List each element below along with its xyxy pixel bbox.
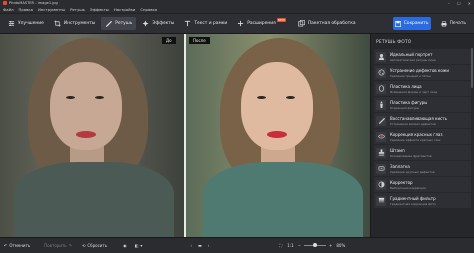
retouch-item-figure-plastic[interactable]: Пластика фигуры Коррекция фигуры <box>374 97 471 112</box>
compare-toggle-button[interactable]: ◉ <box>123 243 127 248</box>
save-button[interactable]: Сохранить <box>392 17 431 30</box>
retouch-item-face-plastic[interactable]: Пластика лица Изменение формы и черт лица <box>374 81 471 96</box>
maximize-icon[interactable]: ☐ <box>457 1 461 6</box>
healing-brush-icon <box>376 115 386 126</box>
redo-icon: ↷ <box>68 243 72 248</box>
retouch-item-stamp[interactable]: Штамп Клонирование фрагментов <box>374 145 471 160</box>
retouch-item-gradient-filter[interactable]: Градиентный фильтр Градиентная коррекция … <box>374 193 471 208</box>
split-view-icon: ◧ <box>134 243 139 248</box>
redo-button[interactable]: Повторить ↷ <box>44 243 72 248</box>
window-controls: – ☐ ✕ <box>448 1 471 6</box>
tool-text-frames[interactable]: Текст и рамки <box>180 17 231 30</box>
photo-before <box>0 34 185 237</box>
compare-divider[interactable] <box>184 34 186 237</box>
menu-tools[interactable]: Инструменты <box>38 7 65 12</box>
menu-settings[interactable]: Настройки <box>114 7 135 12</box>
portrait-icon <box>376 51 386 62</box>
tool-retouch[interactable]: Ретушь <box>101 17 137 30</box>
tool-enhance[interactable]: Улучшение <box>4 17 48 30</box>
retouch-item-patch[interactable]: Заплатка Удаление крупных дефектов <box>374 161 471 176</box>
eye-toggle-icon: ◉ <box>123 243 127 248</box>
tool-extensions[interactable]: Расширения NEW <box>233 17 292 30</box>
skin-icon <box>376 67 386 78</box>
tool-effects[interactable]: Эффекты <box>138 17 178 30</box>
close-icon[interactable]: ✕ <box>468 1 471 6</box>
menu-effects[interactable]: Эффекты <box>90 7 109 12</box>
retouch-item-perfect-portrait[interactable]: Идеальный портрет Автоматическая ретушь л… <box>374 49 471 64</box>
undo-button[interactable]: ↶ Отменить <box>4 243 30 248</box>
retouch-item-red-eye[interactable]: Коррекция красных глаз Удаление эффекта к… <box>374 129 471 144</box>
stamp-icon <box>376 147 386 158</box>
plus-zoom-icon: + <box>329 243 333 248</box>
fit-screen-button[interactable]: ⛶ <box>279 243 282 248</box>
face-plastic-icon <box>376 83 386 94</box>
menu-bar: Файл Правка Инструменты Ретушь Эффекты Н… <box>0 6 474 14</box>
zoom-slider-knob[interactable] <box>313 243 317 247</box>
brush-icon <box>106 20 113 27</box>
gradient-icon <box>376 195 386 206</box>
before-tag: До <box>162 37 176 44</box>
reset-icon: ⟲ <box>82 243 86 248</box>
photo-canvas[interactable]: До После <box>0 34 370 237</box>
print-button[interactable]: Печать <box>437 17 470 30</box>
text-icon <box>185 20 191 27</box>
zoom-out-button[interactable]: − <box>298 243 301 248</box>
sparkle-icon <box>142 20 149 27</box>
folder-icon: ▬ <box>198 243 202 248</box>
fit-screen-icon: ⛶ <box>279 243 283 248</box>
menu-edit[interactable]: Правка <box>19 7 33 12</box>
prev-image-button[interactable]: ‹ <box>190 243 192 248</box>
menu-file[interactable]: Файл <box>3 7 14 12</box>
panel-scrollbar[interactable] <box>471 48 473 88</box>
photo-after <box>185 34 370 237</box>
minus-icon: − <box>297 243 301 248</box>
zoom-value: 80% <box>336 243 346 248</box>
open-folder-button[interactable]: ▬ <box>198 243 202 248</box>
retouch-panel: РЕТУШЬ ФОТО Идеальный портрет Автоматичес… <box>370 34 474 237</box>
retouch-item-healing-brush[interactable]: Восстанавливающая кисть Устранение мелких… <box>374 113 471 128</box>
retouch-item-corrector[interactable]: Корректор Выборочная коррекция <box>374 177 471 192</box>
next-image-button[interactable]: › <box>208 243 210 248</box>
eye-icon <box>376 131 386 142</box>
reset-button[interactable]: ⟲ Сбросить <box>82 243 107 248</box>
sliders-icon <box>8 20 15 27</box>
minimize-icon[interactable]: – <box>448 1 450 6</box>
chevron-down-icon: ▾ <box>140 243 143 248</box>
window-title: PhotoMASTER - image1.jpg <box>9 1 58 5</box>
chevron-right-icon: › <box>207 243 210 248</box>
actual-size-button[interactable]: 1:1 <box>287 243 293 248</box>
undo-icon: ↶ <box>4 243 8 248</box>
figure-icon <box>376 99 386 110</box>
tool-batch[interactable]: Пакетная обработка <box>294 17 360 30</box>
zoom-in-button[interactable]: + <box>329 243 332 248</box>
chevron-left-icon: ‹ <box>190 243 192 248</box>
retouch-item-skin[interactable]: Устранение дефектов кожи Удаление прыщей … <box>374 65 471 80</box>
menu-retouch[interactable]: Ретушь <box>70 7 85 12</box>
menu-help[interactable]: Справка <box>140 7 157 12</box>
app-logo-icon <box>3 1 7 5</box>
tool-tools[interactable]: Инструменты <box>50 17 99 30</box>
printer-icon <box>440 20 447 27</box>
panel-title: РЕТУШЬ ФОТО <box>376 40 412 45</box>
new-badge: NEW <box>276 17 286 22</box>
split-view-button[interactable]: ◧ ▾ <box>135 243 143 248</box>
crop-icon <box>54 20 61 27</box>
patch-icon <box>376 163 386 174</box>
save-icon <box>394 20 401 27</box>
corrector-icon <box>376 179 386 190</box>
plus-icon <box>238 20 244 27</box>
bottom-bar: ↶ Отменить Повторить ↷ ⟲ Сбросить ◉ ◧ ▾ … <box>0 237 474 253</box>
main-toolbar: Улучшение Инструменты Ретушь Эффекты Тек… <box>0 14 474 34</box>
after-tag: После <box>189 37 210 44</box>
batch-icon <box>298 20 305 27</box>
zoom-slider[interactable] <box>304 243 326 247</box>
